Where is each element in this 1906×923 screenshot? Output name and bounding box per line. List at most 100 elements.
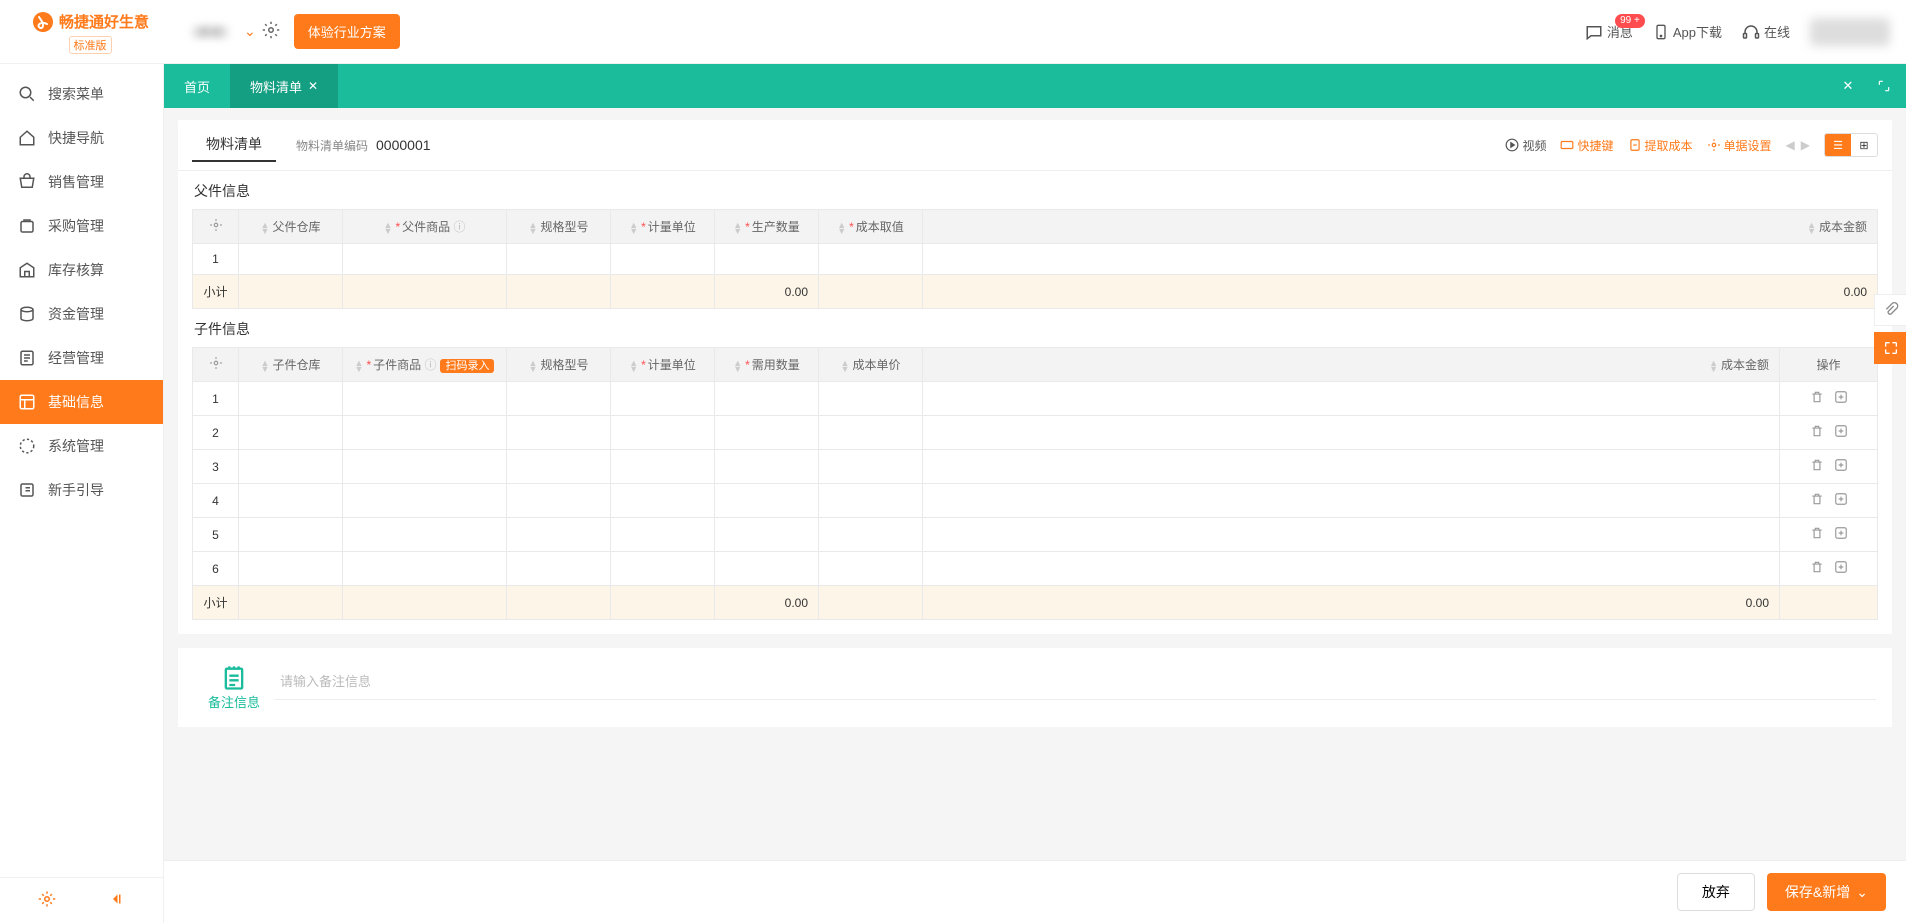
panel-tab[interactable]: 物料清单 <box>192 128 276 162</box>
cell[interactable] <box>507 552 611 586</box>
next-doc-button[interactable]: ▶ <box>1801 138 1810 152</box>
shortcut-link[interactable]: 快捷键 <box>1560 137 1613 154</box>
cell[interactable] <box>923 552 1780 586</box>
sidebar-item-operation[interactable]: 经营管理 <box>0 336 163 380</box>
delete-row-button[interactable] <box>1810 424 1824 441</box>
table-row[interactable]: 1 <box>193 382 1878 416</box>
col-parent-goods[interactable]: ▲▼*父件商品 ⓘ <box>343 210 507 244</box>
cell[interactable] <box>343 450 507 484</box>
help-icon[interactable]: ⓘ <box>424 358 436 372</box>
cell[interactable] <box>507 416 611 450</box>
col-child-spec[interactable]: ▲▼规格型号 <box>507 348 611 382</box>
cell[interactable] <box>819 484 923 518</box>
col-parent-qty[interactable]: ▲▼*生产数量 <box>715 210 819 244</box>
cell[interactable] <box>819 416 923 450</box>
cell[interactable] <box>715 518 819 552</box>
cell[interactable] <box>819 382 923 416</box>
cell[interactable] <box>239 552 343 586</box>
sidebar-item-nav[interactable]: 快捷导航 <box>0 116 163 160</box>
table-row[interactable]: 4 <box>193 484 1878 518</box>
cell[interactable] <box>819 552 923 586</box>
add-row-button[interactable] <box>1834 492 1848 509</box>
col-parent-cost[interactable]: ▲▼*成本取值 <box>819 210 923 244</box>
col-child-unit[interactable]: ▲▼*计量单位 <box>611 348 715 382</box>
sidebar-item-system[interactable]: 系统管理 <box>0 424 163 468</box>
cell[interactable] <box>923 484 1780 518</box>
cell[interactable] <box>715 450 819 484</box>
cell[interactable] <box>923 518 1780 552</box>
cell[interactable] <box>507 518 611 552</box>
sidebar-item-sales[interactable]: 销售管理 <box>0 160 163 204</box>
table-row[interactable]: 1 <box>193 244 1878 275</box>
cell[interactable] <box>507 484 611 518</box>
col-parent-amount[interactable]: ▲▼成本金额 <box>923 210 1878 244</box>
sidebar-item-purchase[interactable]: 采购管理 <box>0 204 163 248</box>
table-row[interactable]: 5 <box>193 518 1878 552</box>
delete-row-button[interactable] <box>1810 526 1824 543</box>
user-avatar[interactable] <box>1810 18 1890 46</box>
prev-doc-button[interactable]: ◀ <box>1786 138 1795 152</box>
col-child-price[interactable]: ▲▼成本单价 <box>819 348 923 382</box>
add-row-button[interactable] <box>1834 560 1848 577</box>
video-link[interactable]: 视频 <box>1505 137 1546 154</box>
cell[interactable] <box>715 382 819 416</box>
table-row[interactable]: 6 <box>193 552 1878 586</box>
cell[interactable] <box>819 450 923 484</box>
cell[interactable] <box>923 382 1780 416</box>
cell[interactable] <box>343 382 507 416</box>
cell[interactable] <box>239 450 343 484</box>
cell[interactable] <box>343 484 507 518</box>
logo[interactable]: 畅捷通好生意 <box>31 10 149 34</box>
view-list-button[interactable]: ☰ <box>1825 134 1851 156</box>
cell[interactable] <box>611 484 715 518</box>
attachment-tab[interactable] <box>1874 294 1906 326</box>
expand-tab[interactable] <box>1874 332 1906 364</box>
app-download-link[interactable]: App下载 <box>1653 22 1722 41</box>
add-row-button[interactable] <box>1834 526 1848 543</box>
cell[interactable] <box>923 450 1780 484</box>
online-support-link[interactable]: 在线 <box>1742 22 1790 41</box>
cell[interactable] <box>819 244 923 275</box>
cell[interactable] <box>715 484 819 518</box>
scan-badge[interactable]: 扫码录入 <box>440 359 494 373</box>
view-card-button[interactable]: ⊞ <box>1851 134 1877 156</box>
doc-settings-link[interactable]: 单据设置 <box>1707 137 1772 154</box>
table-row[interactable]: 2 <box>193 416 1878 450</box>
delete-row-button[interactable] <box>1810 492 1824 509</box>
cell[interactable] <box>239 484 343 518</box>
gear-icon[interactable] <box>262 21 280 42</box>
cell[interactable] <box>611 450 715 484</box>
tab-home[interactable]: 首页 <box>164 64 230 108</box>
cell[interactable] <box>819 518 923 552</box>
discard-button[interactable]: 放弃 <box>1677 873 1755 911</box>
cell[interactable] <box>611 382 715 416</box>
col-parent-spec[interactable]: ▲▼规格型号 <box>507 210 611 244</box>
delete-row-button[interactable] <box>1810 458 1824 475</box>
cell[interactable] <box>343 518 507 552</box>
cell[interactable] <box>611 416 715 450</box>
save-new-button[interactable]: 保存&新增⌄ <box>1767 873 1886 911</box>
delete-row-button[interactable] <box>1810 560 1824 577</box>
close-icon[interactable]: ✕ <box>308 79 318 93</box>
cell[interactable] <box>923 244 1878 275</box>
close-all-tabs-button[interactable]: ✕ <box>1834 72 1862 100</box>
col-parent-warehouse[interactable]: ▲▼父件仓库 <box>239 210 343 244</box>
sidebar-item-guide[interactable]: 新手引导 <box>0 468 163 512</box>
col-child-qty[interactable]: ▲▼*需用数量 <box>715 348 819 382</box>
sidebar-item-finance[interactable]: 资金管理 <box>0 292 163 336</box>
company-selector[interactable]: （模糊） ⌄ <box>184 22 256 41</box>
fullscreen-button[interactable] <box>1870 72 1898 100</box>
add-row-button[interactable] <box>1834 390 1848 407</box>
cell[interactable] <box>715 244 819 275</box>
delete-row-button[interactable] <box>1810 390 1824 407</box>
tab-bom[interactable]: 物料清单 ✕ <box>230 64 338 108</box>
content-scroll[interactable]: 物料清单 物料清单编码 0000001 视频 快捷键 提取成本 单据设置 ◀ ▶ <box>164 108 1906 923</box>
sidebar-item-inventory[interactable]: 库存核算 <box>0 248 163 292</box>
cell[interactable] <box>507 244 611 275</box>
add-row-button[interactable] <box>1834 458 1848 475</box>
industry-cta-button[interactable]: 体验行业方案 <box>294 14 400 49</box>
table-row[interactable]: 3 <box>193 450 1878 484</box>
col-child-amount[interactable]: ▲▼成本金额 <box>923 348 1780 382</box>
cell[interactable] <box>239 244 343 275</box>
sidebar-item-basic[interactable]: 基础信息 <box>0 380 163 424</box>
